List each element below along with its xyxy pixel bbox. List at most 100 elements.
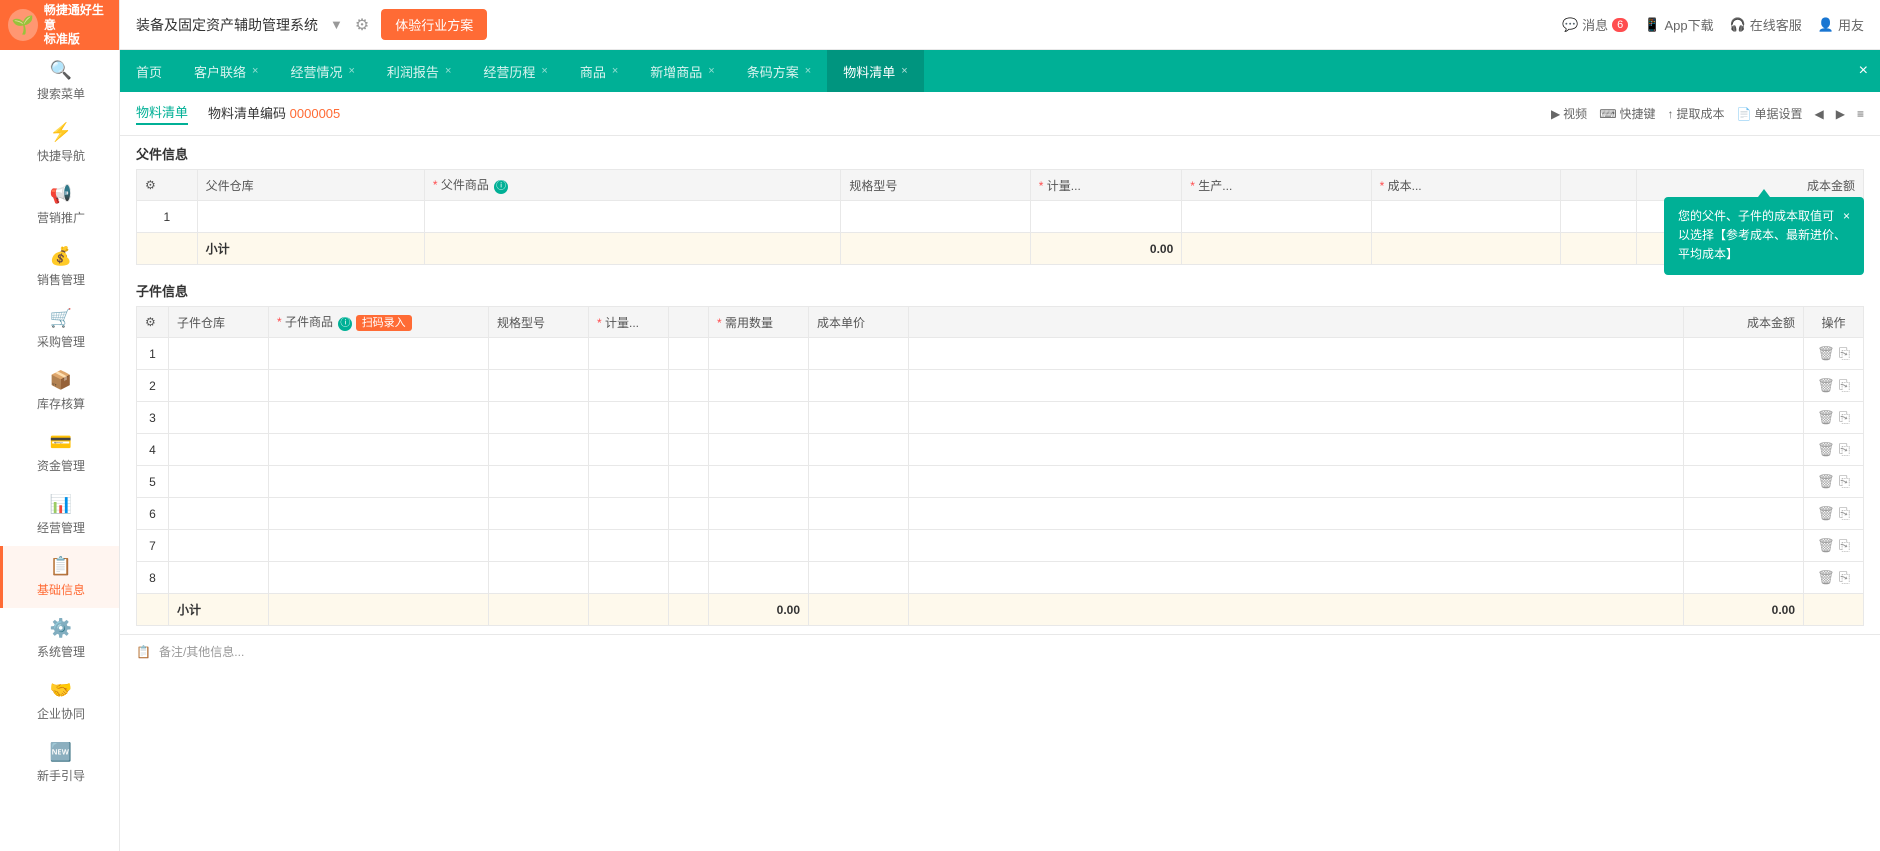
nav-right-icon[interactable]: ▶ [1836,107,1845,121]
tab-biz[interactable]: 经营情况 × [274,50,370,92]
child-row-7-unit[interactable] [589,530,669,562]
tab-goods-close[interactable]: × [612,65,618,77]
child-row-7-spec[interactable] [489,530,589,562]
sidebar-item-quick-nav[interactable]: ⚡ 快捷导航 [0,112,119,174]
delete-icon[interactable]: 🗑 [1817,569,1835,586]
child-row-7-amount[interactable] [1684,530,1804,562]
child-row-4-warehouse[interactable] [169,434,269,466]
child-row-6-unit-price[interactable] [809,498,909,530]
child-row-1-spec[interactable] [489,338,589,370]
sidebar-item-ops[interactable]: 📊 经营管理 [0,484,119,546]
sidebar-item-inventory[interactable]: 📦 库存核算 [0,360,119,422]
child-row-8-spec[interactable] [489,562,589,594]
copy-icon[interactable]: ⎘ [1839,505,1850,522]
child-row-2-amount[interactable] [1684,370,1804,402]
child-row-3-qty[interactable] [709,402,809,434]
copy-icon[interactable]: ⎘ [1839,377,1850,394]
system-title-dropdown[interactable]: ▼ [330,17,343,32]
child-row-6-goods[interactable] [269,498,489,530]
parent-row-1-spec[interactable] [841,201,1030,233]
user-action[interactable]: 👤 用友 [1818,15,1864,34]
copy-icon[interactable]: ⎘ [1839,409,1850,426]
child-row-6-warehouse[interactable] [169,498,269,530]
sidebar-item-guide[interactable]: 🆕 新手引导 [0,732,119,794]
delete-icon[interactable]: 🗑 [1817,345,1835,362]
child-row-7-qty[interactable] [709,530,809,562]
child-row-3-unit[interactable] [589,402,669,434]
copy-icon[interactable]: ⎘ [1839,441,1850,458]
copy-icon[interactable]: ⎘ [1839,345,1850,362]
child-row-4-unit-price[interactable] [809,434,909,466]
service-action[interactable]: 🎧 在线客服 [1730,15,1802,34]
tab-profit-close[interactable]: × [445,65,451,77]
tab-profit[interactable]: 利润报告 × [371,50,467,92]
copy-icon[interactable]: ⎘ [1839,537,1850,554]
grid-icon[interactable]: ≡ [1857,107,1864,121]
delete-icon[interactable]: 🗑 [1817,473,1835,490]
nav-close-all[interactable]: × [1847,62,1880,80]
tooltip-close-button[interactable]: × [1843,207,1850,226]
child-row-4-goods[interactable] [269,434,489,466]
delete-icon[interactable]: 🗑 [1817,409,1835,426]
child-row-5-amount[interactable] [1684,466,1804,498]
tab-barcode[interactable]: 条码方案 × [731,50,827,92]
child-row-1-qty[interactable] [709,338,809,370]
tab-history[interactable]: 经营历程 × [467,50,563,92]
tab-bom[interactable]: 物料清单 × [827,50,923,92]
child-row-8-qty[interactable] [709,562,809,594]
child-row-4-spec[interactable] [489,434,589,466]
tab-biz-close[interactable]: × [348,65,354,77]
parent-row-1-unit[interactable] [1030,201,1181,233]
child-row-6-unit[interactable] [589,498,669,530]
child-row-2-warehouse[interactable] [169,370,269,402]
nav-left-icon[interactable]: ◀ [1815,107,1824,121]
child-row-4-qty[interactable] [709,434,809,466]
child-row-5-warehouse[interactable] [169,466,269,498]
parent-col-settings[interactable]: ⚙ [137,170,198,201]
child-row-5-goods[interactable] [269,466,489,498]
sidebar-item-marketing[interactable]: 📢 营销推广 [0,174,119,236]
tab-new-goods-close[interactable]: × [708,65,714,77]
sidebar-item-search[interactable]: 🔍 搜索菜单 [0,50,119,112]
shortcut-action[interactable]: ⌨ 快捷键 [1599,105,1655,122]
child-row-5-unit[interactable] [589,466,669,498]
parent-row-1-warehouse[interactable] [197,201,424,233]
child-row-6-amount[interactable] [1684,498,1804,530]
child-row-3-spec[interactable] [489,402,589,434]
sidebar-item-system[interactable]: ⚙️ 系统管理 [0,608,119,670]
sidebar-item-finance[interactable]: 💳 资金管理 [0,422,119,484]
child-row-1-unit[interactable] [589,338,669,370]
child-row-8-warehouse[interactable] [169,562,269,594]
child-row-3-warehouse[interactable] [169,402,269,434]
cost-action[interactable]: ↑ 提取成本 [1668,105,1725,122]
copy-icon[interactable]: ⎘ [1839,569,1850,586]
settings-action[interactable]: 📄 单据设置 [1737,105,1803,122]
child-row-5-spec[interactable] [489,466,589,498]
message-action[interactable]: 💬 消息 6 [1562,15,1628,34]
delete-icon[interactable]: 🗑 [1817,505,1835,522]
tab-goods[interactable]: 商品 × [564,50,634,92]
child-row-8-goods[interactable] [269,562,489,594]
child-row-3-unit-price[interactable] [809,402,909,434]
sidebar-item-sales[interactable]: 💰 销售管理 [0,236,119,298]
child-row-6-qty[interactable] [709,498,809,530]
tab-history-close[interactable]: × [541,65,547,77]
parent-row-1-cost[interactable] [1371,201,1560,233]
child-row-2-spec[interactable] [489,370,589,402]
parent-row-1-production[interactable] [1182,201,1371,233]
sidebar-item-purchase[interactable]: 🛒 采购管理 [0,298,119,360]
child-row-1-goods[interactable] [269,338,489,370]
parent-row-1-goods[interactable] [424,201,841,233]
delete-icon[interactable]: 🗑 [1817,441,1835,458]
child-row-3-goods[interactable] [269,402,489,434]
child-row-8-unit-price[interactable] [809,562,909,594]
child-row-7-goods[interactable] [269,530,489,562]
trial-button[interactable]: 体验行业方案 [381,9,487,40]
child-col-settings[interactable]: ⚙ [137,307,169,338]
sub-tab-list[interactable]: 物料清单 [136,102,188,125]
tab-new-goods[interactable]: 新增商品 × [634,50,730,92]
child-row-2-qty[interactable] [709,370,809,402]
child-row-5-qty[interactable] [709,466,809,498]
child-row-2-unit[interactable] [589,370,669,402]
child-row-1-warehouse[interactable] [169,338,269,370]
